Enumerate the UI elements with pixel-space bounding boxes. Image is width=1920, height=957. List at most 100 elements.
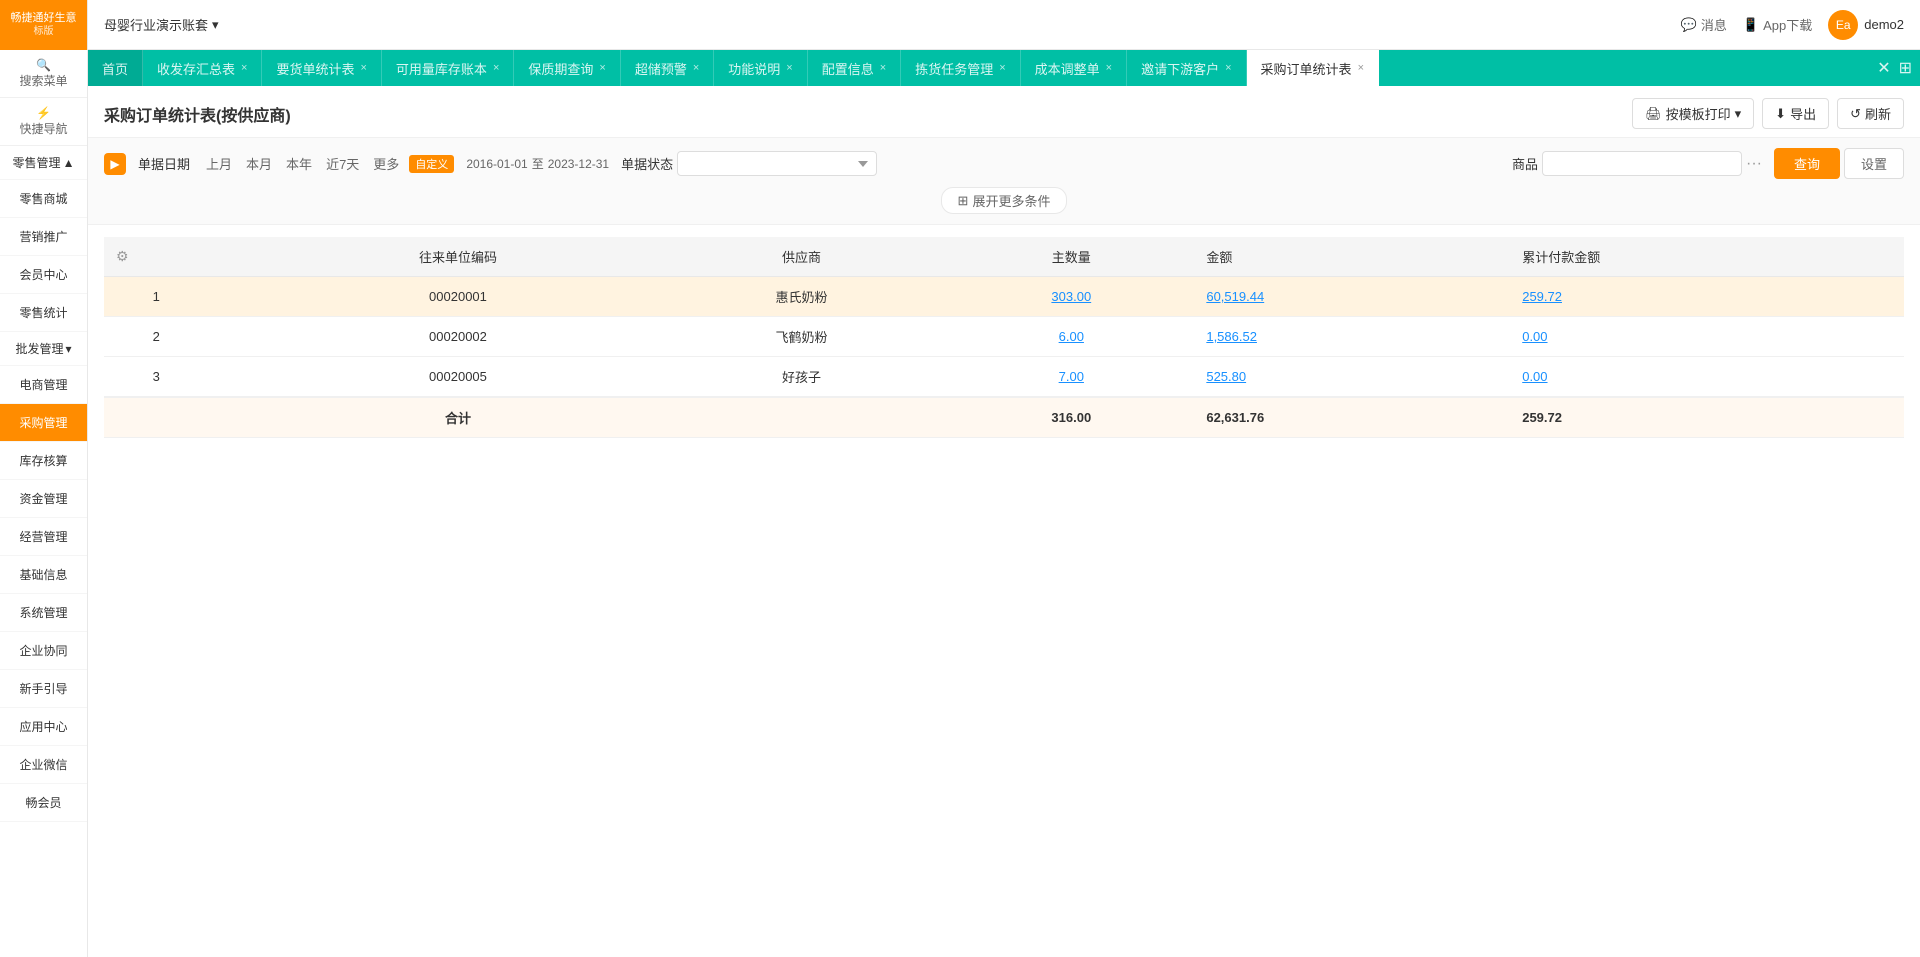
close-icon[interactable]: ×	[360, 62, 366, 74]
settings-button[interactable]: 设置	[1844, 148, 1904, 179]
tab-overstock-warning[interactable]: 超储预警 ×	[621, 50, 714, 86]
tab-cost-adjust[interactable]: 成本调整单 ×	[1021, 50, 1127, 86]
chevron-down-icon: ▲	[63, 156, 75, 170]
sidebar-item-wholesale[interactable]: 批发管理 ▾	[0, 332, 87, 366]
query-button[interactable]: 查询	[1774, 148, 1840, 179]
tab-purchase-order-stat[interactable]: 采购订单统计表 ×	[1247, 50, 1379, 86]
tab-available-stock[interactable]: 可用量库存账本 ×	[382, 50, 514, 86]
sidebar-item-marketing[interactable]: 营销推广	[0, 218, 87, 256]
app-download-btn[interactable]: 📱 App下载	[1743, 15, 1812, 34]
chevron-down-icon: ▾	[1735, 106, 1742, 122]
close-icon[interactable]: ×	[599, 62, 605, 74]
shortcut-last-month[interactable]: 上月	[202, 152, 236, 175]
more-icon[interactable]: ···	[1746, 155, 1762, 173]
col-settings: ⚙	[104, 237, 141, 277]
date-to[interactable]: 2023-12-31	[548, 157, 609, 171]
tab-purchase-summary[interactable]: 要货单统计表 ×	[262, 50, 381, 86]
sidebar-item-member[interactable]: 会员中心	[0, 256, 87, 294]
status-filter: 单据状态	[621, 151, 877, 176]
shortcut-this-month[interactable]: 本月	[242, 152, 276, 175]
header-right: 💬 消息 📱 App下载 Ea demo2	[1681, 10, 1904, 40]
cell-supplier: 好孩子	[655, 357, 948, 398]
export-button[interactable]: ⬇ 导出	[1762, 98, 1829, 129]
tab-function-desc[interactable]: 功能说明 ×	[714, 50, 807, 86]
status-select[interactable]	[677, 151, 877, 176]
sidebar-item-retail-stat[interactable]: 零售统计	[0, 294, 87, 332]
page-header: 采购订单统计表(按供应商) 🖨 按模板打印 ▾ ⬇ 导出 ↺ 刷新	[88, 86, 1920, 138]
sidebar-item-purchase[interactable]: 采购管理	[0, 404, 87, 442]
cell-settings	[104, 357, 141, 398]
shortcut-more[interactable]: 更多	[369, 152, 403, 175]
sidebar-quick-nav[interactable]: ⚡ 快捷导航	[0, 98, 87, 146]
sidebar-item-system[interactable]: 系统管理	[0, 594, 87, 632]
close-all-icon[interactable]: ✕	[1877, 58, 1890, 78]
date-separator: 至	[532, 155, 544, 172]
cell-unit-code: 00020001	[261, 277, 655, 317]
sidebar-item-free-member[interactable]: 畅会员	[0, 784, 87, 822]
avatar: Ea	[1828, 10, 1858, 40]
goods-input[interactable]	[1542, 151, 1742, 176]
shortcut-this-year[interactable]: 本年	[282, 152, 316, 175]
footer-main-qty: 316.00	[948, 397, 1194, 438]
date-range: 2016-01-01 至 2023-12-31	[466, 155, 609, 172]
message-btn[interactable]: 💬 消息	[1681, 15, 1727, 34]
goods-filter: 商品 ···	[1512, 151, 1762, 176]
close-icon[interactable]: ×	[999, 62, 1005, 74]
col-amount: 金额	[1194, 237, 1510, 277]
date-from[interactable]: 2016-01-01	[466, 157, 527, 171]
close-icon[interactable]: ×	[241, 62, 247, 74]
workspace-selector[interactable]: 母婴行业演示账套 ▾	[104, 15, 219, 34]
template-print-button[interactable]: 🖨 按模板打印 ▾	[1632, 98, 1754, 129]
shortcut-7days[interactable]: 近7天	[322, 152, 363, 175]
table-container: ⚙ 往来单位编码 供应商 主数量 金额 累计付款金额 1 00020001 惠氏…	[88, 237, 1920, 454]
sidebar-item-new-guide[interactable]: 新手引导	[0, 670, 87, 708]
username[interactable]: demo2	[1864, 17, 1904, 32]
tab-home[interactable]: 首页	[88, 50, 143, 86]
sidebar-search[interactable]: 🔍 搜索菜单	[0, 50, 87, 98]
footer-paid-amount: 259.72	[1510, 397, 1904, 438]
tab-expiry-query[interactable]: 保质期查询 ×	[514, 50, 620, 86]
table-row[interactable]: 2 00020002 飞鹤奶粉 6.00 1,586.52 0.00	[104, 317, 1904, 357]
close-icon[interactable]: ×	[786, 62, 792, 74]
sidebar-item-enterprise-coop[interactable]: 企业协同	[0, 632, 87, 670]
tab-pick-task[interactable]: 拣货任务管理 ×	[901, 50, 1020, 86]
expand-icon[interactable]: ⊞	[1899, 58, 1912, 78]
sidebar-item-operations[interactable]: 经营管理	[0, 518, 87, 556]
cell-paid-amount: 259.72	[1510, 277, 1904, 317]
close-icon[interactable]: ×	[880, 62, 886, 74]
filter-expand: ⊞ 展开更多条件	[104, 187, 1904, 214]
tab-invite-downstream[interactable]: 邀请下游客户 ×	[1127, 50, 1246, 86]
col-num	[141, 237, 262, 277]
column-settings-icon[interactable]: ⚙	[116, 248, 129, 264]
table-row[interactable]: 1 00020001 惠氏奶粉 303.00 60,519.44 259.72	[104, 277, 1904, 317]
table-row[interactable]: 3 00020005 好孩子 7.00 525.80 0.00	[104, 357, 1904, 398]
page-actions: 🖨 按模板打印 ▾ ⬇ 导出 ↺ 刷新	[1632, 98, 1904, 129]
close-icon[interactable]: ×	[1106, 62, 1112, 74]
custom-date-badge[interactable]: 自定义	[409, 155, 454, 173]
close-icon[interactable]: ×	[693, 62, 699, 74]
refresh-button[interactable]: ↺ 刷新	[1837, 98, 1904, 129]
tab-config-info[interactable]: 配置信息 ×	[808, 50, 901, 86]
sidebar-item-ecommerce[interactable]: 电商管理	[0, 366, 87, 404]
date-filter-label: 单据日期	[138, 154, 190, 173]
close-icon[interactable]: ×	[493, 62, 499, 74]
close-icon[interactable]: ×	[1225, 62, 1231, 74]
sidebar-item-retail-shop[interactable]: 零售商城	[0, 180, 87, 218]
tab-receive-summary[interactable]: 收发存汇总表 ×	[143, 50, 262, 86]
page-content: 采购订单统计表(按供应商) 🖨 按模板打印 ▾ ⬇ 导出 ↺ 刷新	[88, 86, 1920, 957]
sidebar-item-inventory[interactable]: 库存核算	[0, 442, 87, 480]
sidebar-item-basic-info[interactable]: 基础信息	[0, 556, 87, 594]
sidebar-item-finance[interactable]: 资金管理	[0, 480, 87, 518]
sidebar-item-enterprise-wechat[interactable]: 企业微信	[0, 746, 87, 784]
filter-toggle-button[interactable]: ▶	[104, 153, 126, 175]
close-icon[interactable]: ×	[1358, 62, 1364, 74]
workspace-label: 母婴行业演示账套	[104, 15, 208, 34]
sidebar-item-retail-mgmt[interactable]: 零售管理 ▲	[0, 146, 87, 180]
cell-paid-amount: 0.00	[1510, 317, 1904, 357]
footer-empty-2	[141, 397, 262, 438]
cell-amount: 60,519.44	[1194, 277, 1510, 317]
message-icon: 💬	[1681, 17, 1697, 33]
col-paid-amount: 累计付款金额	[1510, 237, 1904, 277]
expand-more-btn[interactable]: ⊞ 展开更多条件	[941, 187, 1068, 214]
sidebar-item-app-center[interactable]: 应用中心	[0, 708, 87, 746]
